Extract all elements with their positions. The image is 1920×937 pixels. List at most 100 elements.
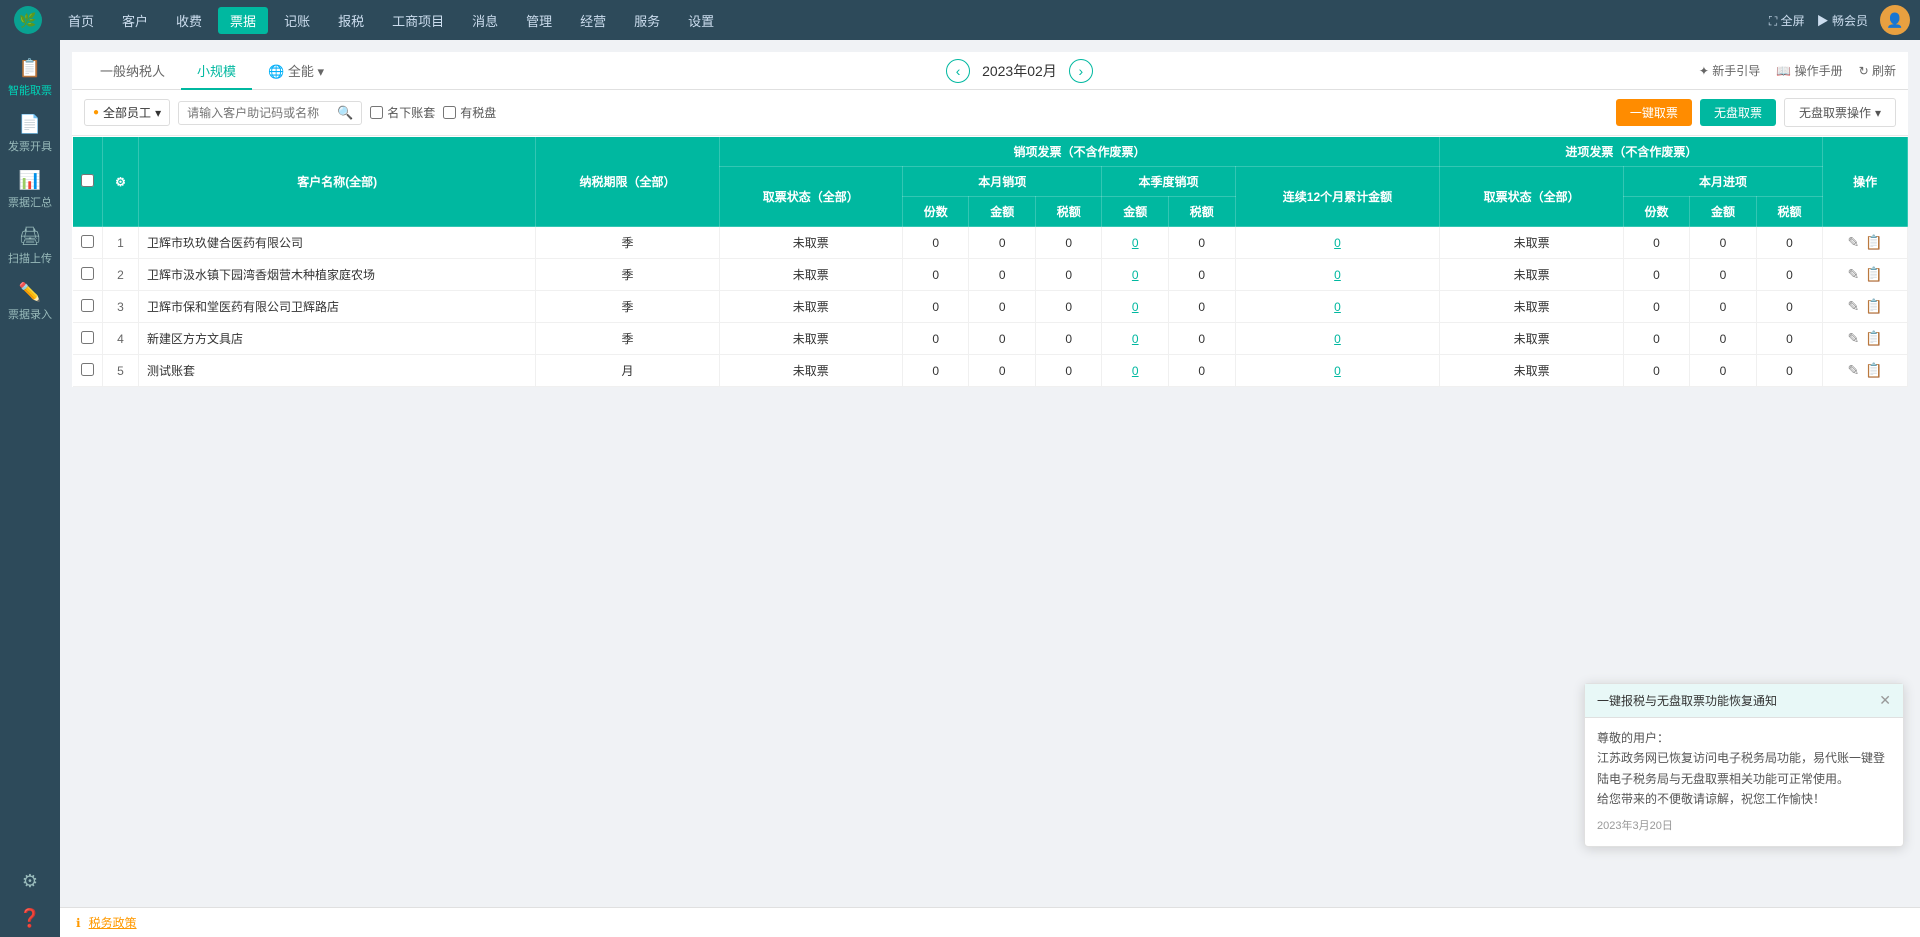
row-12m-link-1[interactable]: 0 [1334,268,1341,282]
row-sq-amount-4: 0 [1102,355,1169,387]
row-pm-amount-3: 0 [1690,323,1757,355]
prev-period-btn[interactable]: ‹ [946,59,970,83]
row-pm-amount-1: 0 [1690,259,1757,291]
row-customer-3: 新建区方方文具店 [139,323,536,355]
tab-all[interactable]: 🌐 全能 ▾ [252,53,340,90]
th-monthly-purchase: 本月进项 [1623,167,1823,197]
detail-icon-0[interactable]: 📋 [1865,234,1882,251]
row-sq-amount-link-3[interactable]: 0 [1132,332,1139,346]
nav-business[interactable]: 工商项目 [380,7,456,34]
sidebar-item-smart-ticket[interactable]: 📋 智能取票 [0,50,60,106]
table-row: 5 测试账套 月 未取票 0 0 0 0 0 0 未取票 0 0 0 ✎ 📋 [73,355,1908,387]
row-sq-amount-link-1[interactable]: 0 [1132,268,1139,282]
tab-small-scale[interactable]: 小规模 [181,53,252,90]
detail-icon-4[interactable]: 📋 [1865,362,1882,379]
sidebar-help[interactable]: ❓ [0,900,60,937]
user-avatar[interactable]: 👤 [1880,5,1910,35]
row-checkbox-2[interactable] [81,299,94,312]
table-row: 4 新建区方方文具店 季 未取票 0 0 0 0 0 0 未取票 0 0 0 ✎… [73,323,1908,355]
sidebar-settings[interactable]: ⚙ [0,863,60,900]
refresh-btn[interactable]: ↻ 刷新 [1859,62,1896,79]
detail-icon-2[interactable]: 📋 [1865,298,1882,315]
row-checkbox-1[interactable] [81,267,94,280]
nav-service[interactable]: 服务 [622,7,672,34]
new-guide-btn[interactable]: ✦ 新手引导 [1699,62,1760,79]
globe-icon: 🌐 [268,64,284,79]
row-checkbox-3[interactable] [81,331,94,344]
row-12m-link-0[interactable]: 0 [1334,236,1341,250]
help-icon: ❓ [19,908,41,929]
row-sm-amount-2: 0 [969,291,1036,323]
tax-policy-link[interactable]: 税务政策 [89,914,137,931]
detail-icon-3[interactable]: 📋 [1865,330,1882,347]
nav-ticket[interactable]: 票据 [218,7,268,34]
edit-icon-3[interactable]: ✎ [1848,330,1860,347]
sidebar-item-issue-invoice[interactable]: 📄 发票开具 [0,106,60,162]
nav-message[interactable]: 消息 [460,7,510,34]
no-disk-ops-btn[interactable]: 无盘取票操作 ▾ [1784,98,1896,127]
under-account-check[interactable] [370,106,383,119]
detail-icon-1[interactable]: 📋 [1865,266,1882,283]
employee-filter[interactable]: ● 全部员工 ▾ [84,99,170,126]
nav-manage[interactable]: 管理 [514,7,564,34]
sidebar-label-ticket-entry: 票据录入 [8,306,52,322]
nav-customer[interactable]: 客户 [110,7,160,34]
row-12m-link-2[interactable]: 0 [1334,300,1341,314]
dropdown-arrow-icon: ▾ [1875,106,1881,120]
nav-settings[interactable]: 设置 [676,7,726,34]
row-sq-tax-1: 0 [1169,259,1236,291]
edit-icon-4[interactable]: ✎ [1848,362,1860,379]
sidebar-item-scan-upload[interactable]: 🖨 扫描上传 [0,218,60,274]
row-pm-qty-4: 0 [1623,355,1690,387]
row-checkbox-4[interactable] [81,363,94,376]
row-pm-amount-2: 0 [1690,291,1757,323]
next-period-btn[interactable]: › [1069,59,1093,83]
row-pm-tax-0: 0 [1756,227,1823,259]
tax-disk-checkbox[interactable]: 有税盘 [443,104,496,121]
fullscreen-btn[interactable]: ⛶ 全屏 [1769,12,1805,29]
row-sm-qty-4: 0 [902,355,969,387]
sidebar-item-ticket-summary[interactable]: 📊 票据汇总 [0,162,60,218]
notification-close-btn[interactable]: ✕ [1879,692,1891,709]
edit-icon-1[interactable]: ✎ [1848,266,1860,283]
row-pm-qty-2: 0 [1623,291,1690,323]
period-navigation: ‹ 2023年02月 › [946,59,1093,83]
row-sq-amount-2: 0 [1102,291,1169,323]
no-disk-ticket-btn[interactable]: 无盘取票 [1700,99,1776,126]
row-sq-amount-link-4[interactable]: 0 [1132,364,1139,378]
row-sq-amount-link-0[interactable]: 0 [1132,236,1139,250]
th-purchase-group: 进项发票（不含作废票） [1440,137,1823,167]
edit-icon-2[interactable]: ✎ [1848,298,1860,315]
nav-bookkeeping[interactable]: 记账 [272,7,322,34]
th-checkbox [73,137,103,227]
row-num-3: 4 [103,323,139,355]
row-sm-amount-3: 0 [969,323,1036,355]
row-tax-period-4: 月 [536,355,719,387]
nav-fee[interactable]: 收费 [164,7,214,34]
row-12m-link-3[interactable]: 0 [1334,332,1341,346]
nav-home[interactable]: 首页 [56,7,106,34]
sidebar-item-ticket-entry[interactable]: ✏️ 票据录入 [0,274,60,330]
nav-tax[interactable]: 报税 [326,7,376,34]
select-all-checkbox[interactable] [81,174,94,187]
row-tax-period-0: 季 [536,227,719,259]
search-icon[interactable]: 🔍 [337,105,353,121]
row-checkbox-0[interactable] [81,235,94,248]
tab-general-taxpayer[interactable]: 一般纳税人 [84,53,181,90]
edit-icon-0[interactable]: ✎ [1848,234,1860,251]
row-actions-3: ✎ 📋 [1823,323,1908,355]
notification-scroll[interactable]: 尊敬的用户： 江苏政务网已恢复访问电子税务局功能，易代账一键登陆电子税务局与无盘… [1585,718,1903,846]
row-sq-amount-0: 0 [1102,227,1169,259]
under-account-checkbox[interactable]: 名下账套 [370,104,435,121]
row-sq-amount-link-2[interactable]: 0 [1132,300,1139,314]
th-purchase-month-tax: 税额 [1756,197,1823,227]
search-input[interactable] [187,106,337,120]
row-checkbox-cell [73,323,103,355]
one-key-ticket-btn[interactable]: 一键取票 [1616,99,1692,126]
row-12m-link-4[interactable]: 0 [1334,364,1341,378]
th-purchase-status: 取票状态（全部） [1440,167,1623,227]
nav-operation[interactable]: 经营 [568,7,618,34]
vip-btn[interactable]: ▶ 畅会员 [1817,12,1868,29]
tax-disk-check[interactable] [443,106,456,119]
manual-btn[interactable]: 📖 操作手册 [1776,62,1842,79]
